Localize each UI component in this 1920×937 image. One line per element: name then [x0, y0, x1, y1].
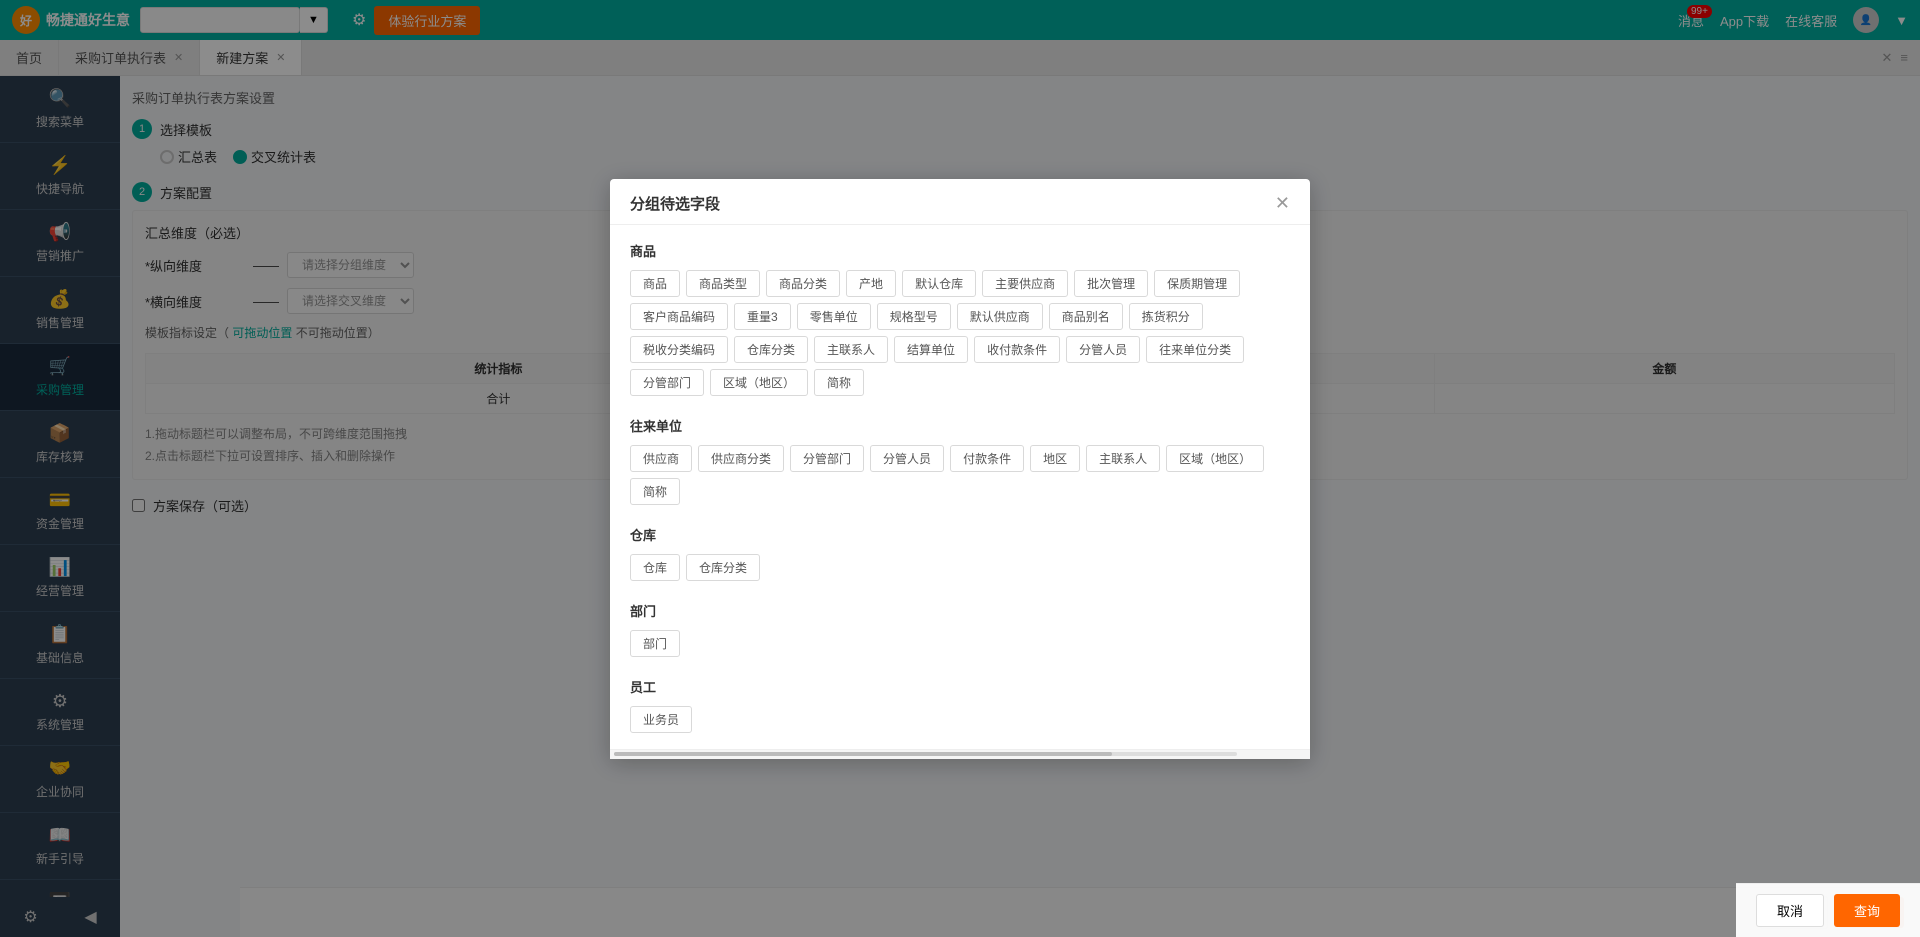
section-partner-tags: 供应商 供应商分类 分管部门 分管人员 付款条件 地区 主联系人 区域（地区） … [630, 445, 1290, 505]
field-tag[interactable]: 仓库分类 [734, 336, 808, 363]
field-tag[interactable]: 商品类型 [686, 270, 760, 297]
field-tag[interactable]: 供应商分类 [698, 445, 784, 472]
field-tag[interactable]: 往来单位分类 [1146, 336, 1244, 363]
section-employee-title: 员工 [630, 677, 1290, 696]
field-tag[interactable]: 业务员 [630, 706, 692, 733]
field-tag[interactable]: 零售单位 [797, 303, 871, 330]
field-tag[interactable]: 默认供应商 [957, 303, 1043, 330]
section-partner: 往来单位 供应商 供应商分类 分管部门 分管人员 付款条件 地区 主联系人 区域… [630, 416, 1290, 505]
field-tag[interactable]: 部门 [630, 630, 680, 657]
section-employee-tags: 业务员 [630, 706, 1290, 733]
field-tag[interactable]: 拣货积分 [1129, 303, 1203, 330]
field-tag[interactable]: 结算单位 [894, 336, 968, 363]
field-tag[interactable]: 商品 [630, 270, 680, 297]
field-tag[interactable]: 地区 [1030, 445, 1080, 472]
field-tag[interactable]: 仓库分类 [686, 554, 760, 581]
field-tag[interactable]: 仓库 [630, 554, 680, 581]
field-tag[interactable]: 商品别名 [1049, 303, 1123, 330]
section-goods: 商品 商品 商品类型 商品分类 产地 默认仓库 主要供应商 批次管理 保质期管理… [630, 241, 1290, 396]
field-tag[interactable]: 主联系人 [1086, 445, 1160, 472]
section-department-title: 部门 [630, 601, 1290, 620]
scroll-thumb[interactable] [614, 752, 1112, 756]
field-tag[interactable]: 区域（地区） [710, 369, 808, 396]
field-tag[interactable]: 产地 [846, 270, 896, 297]
field-tag[interactable]: 客户商品编码 [630, 303, 728, 330]
field-tag[interactable]: 分管人员 [870, 445, 944, 472]
field-tag[interactable]: 商品分类 [766, 270, 840, 297]
field-tag[interactable]: 税收分类编码 [630, 336, 728, 363]
field-tag[interactable]: 分管部门 [790, 445, 864, 472]
field-tag[interactable]: 保质期管理 [1154, 270, 1240, 297]
field-tag[interactable]: 分管部门 [630, 369, 704, 396]
modal-close-btn[interactable]: ✕ [1275, 193, 1290, 214]
section-department: 部门 部门 [630, 601, 1290, 657]
section-warehouse-title: 仓库 [630, 525, 1290, 544]
page-confirm-btn[interactable]: 查询 [1834, 894, 1900, 927]
section-department-tags: 部门 [630, 630, 1290, 657]
field-tag[interactable]: 简称 [814, 369, 864, 396]
field-tag[interactable]: 规格型号 [877, 303, 951, 330]
page-cancel-btn[interactable]: 取消 [1756, 894, 1824, 927]
section-partner-title: 往来单位 [630, 416, 1290, 435]
modal-body: 商品 商品 商品类型 商品分类 产地 默认仓库 主要供应商 批次管理 保质期管理… [610, 225, 1310, 749]
modal-header: 分组待选字段 ✕ [610, 179, 1310, 225]
modal-scroll-bar [610, 749, 1310, 759]
field-tag[interactable]: 分管人员 [1066, 336, 1140, 363]
field-tag[interactable]: 付款条件 [950, 445, 1024, 472]
field-tag[interactable]: 主联系人 [814, 336, 888, 363]
field-tag[interactable]: 简称 [630, 478, 680, 505]
scroll-track [614, 752, 1237, 756]
field-tag[interactable]: 区域（地区） [1166, 445, 1264, 472]
section-employee: 员工 业务员 [630, 677, 1290, 733]
section-goods-tags: 商品 商品类型 商品分类 产地 默认仓库 主要供应商 批次管理 保质期管理 客户… [630, 270, 1290, 396]
field-select-modal: 分组待选字段 ✕ 商品 商品 商品类型 商品分类 产地 默认仓库 主要供应商 批… [610, 179, 1310, 759]
field-tag[interactable]: 重量3 [734, 303, 791, 330]
section-warehouse-tags: 仓库 仓库分类 [630, 554, 1290, 581]
modal-title: 分组待选字段 [630, 193, 720, 214]
field-tag[interactable]: 收付款条件 [974, 336, 1060, 363]
section-warehouse: 仓库 仓库 仓库分类 [630, 525, 1290, 581]
field-tag[interactable]: 默认仓库 [902, 270, 976, 297]
field-tag[interactable]: 批次管理 [1074, 270, 1148, 297]
page-bottom-actions: 取消 查询 [1736, 883, 1920, 937]
field-tag[interactable]: 供应商 [630, 445, 692, 472]
field-tag[interactable]: 主要供应商 [982, 270, 1068, 297]
section-goods-title: 商品 [630, 241, 1290, 260]
